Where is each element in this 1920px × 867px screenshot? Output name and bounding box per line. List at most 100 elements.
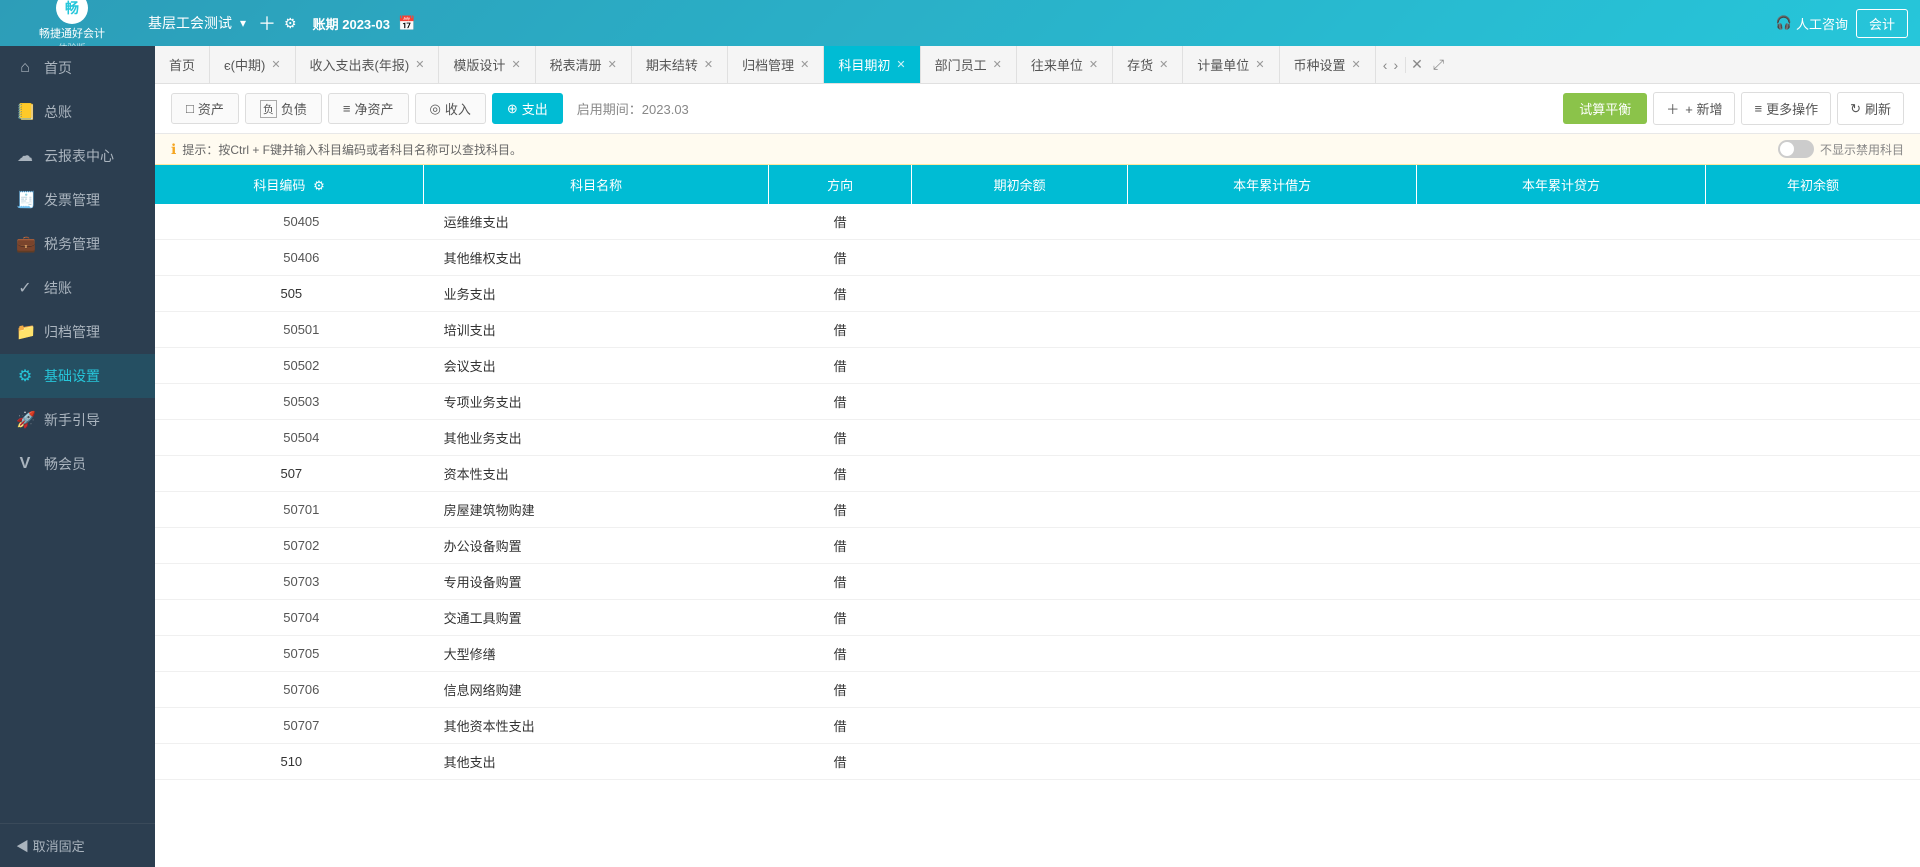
tab-close-unit-measure[interactable]: ✕	[1255, 58, 1264, 71]
tab-next-icon[interactable]: ›	[1390, 57, 1401, 73]
cell-year-opening	[1705, 672, 1920, 708]
cell-opening-balance	[912, 672, 1128, 708]
company-dropdown-icon[interactable]: ▾	[240, 16, 246, 30]
expand-icon[interactable]: ⤢	[1428, 56, 1449, 73]
sidebar-pin-toggle[interactable]: ◀ 取消固定	[0, 823, 155, 867]
sub-tab-income[interactable]: ◎ 收入	[415, 93, 486, 124]
refresh-icon: ↻	[1850, 101, 1861, 117]
table-row[interactable]: 50703 专用设备购置 借	[155, 564, 1920, 600]
table-row[interactable]: 510 其他支出 借	[155, 744, 1920, 780]
cell-ytd-credit	[1417, 240, 1706, 276]
account-button[interactable]: 会计	[1856, 9, 1908, 38]
col-settings-icon[interactable]: ⚙	[313, 178, 325, 193]
sidebar-item-archive[interactable]: 📁 归档管理	[0, 310, 155, 354]
table-row[interactable]: 50503 专项业务支出 借	[155, 384, 1920, 420]
tab-tax[interactable]: 税表清册 ✕	[536, 46, 632, 84]
tab-template[interactable]: 模版设计 ✕	[439, 46, 535, 84]
tab-bs-mid[interactable]: є(中期) ✕	[210, 46, 296, 84]
cell-direction: 借	[769, 204, 912, 240]
more-actions-button[interactable]: ≡ 更多操作	[1741, 92, 1831, 125]
add-button[interactable]: ＋ + 新增	[1653, 92, 1735, 125]
cell-opening-balance	[912, 204, 1128, 240]
tab-close-period-end[interactable]: ✕	[704, 58, 713, 71]
toggle-switch[interactable]	[1778, 140, 1814, 158]
calc-balance-button[interactable]: 试算平衡	[1563, 93, 1647, 124]
tab-close-income[interactable]: ✕	[415, 58, 424, 71]
tab-close-inventory[interactable]: ✕	[1159, 58, 1168, 71]
sidebar-item-settings[interactable]: ⚙ 基础设置	[0, 354, 155, 398]
settings-icon[interactable]: ⚙	[284, 15, 297, 32]
tab-dept[interactable]: 部门员工 ✕	[921, 46, 1017, 84]
col-direction: 方向	[769, 165, 912, 204]
cell-code: 50503	[155, 384, 424, 420]
table-row[interactable]: 50704 交通工具购置 借	[155, 600, 1920, 636]
sub-tab-equity[interactable]: ≡ 净资产	[328, 93, 409, 124]
tab-unit-measure[interactable]: 计量单位 ✕	[1183, 46, 1279, 84]
cell-year-opening	[1705, 600, 1920, 636]
table-row[interactable]: 50701 房屋建筑物购建 借	[155, 492, 1920, 528]
income-icon: ◎	[430, 101, 441, 117]
calendar-icon[interactable]: 📅	[398, 15, 415, 32]
table-row[interactable]: 50705 大型修缮 借	[155, 636, 1920, 672]
sub-tab-liability[interactable]: 负 负债	[245, 93, 322, 124]
cell-code: 50704	[155, 600, 424, 636]
table-row[interactable]: 507 资本性支出 借	[155, 456, 1920, 492]
table-row[interactable]: 50406 其他维权支出 借	[155, 240, 1920, 276]
sidebar-item-vip[interactable]: V 畅会员	[0, 442, 155, 486]
add-company-icon[interactable]: ＋	[258, 10, 276, 36]
tab-archive[interactable]: 归档管理 ✕	[728, 46, 824, 84]
cell-year-opening	[1705, 348, 1920, 384]
equity-icon: ≡	[343, 101, 351, 116]
close-all-tabs-icon[interactable]: ✕	[1406, 56, 1428, 73]
tab-close-currency[interactable]: ✕	[1352, 58, 1361, 71]
sidebar-item-close[interactable]: ✓ 结账	[0, 266, 155, 310]
toggle-disabled-subjects[interactable]: 不显示禁用科目	[1778, 140, 1904, 158]
cell-ytd-credit	[1417, 636, 1706, 672]
cell-opening-balance	[912, 636, 1128, 672]
cell-name: 其他维权支出	[424, 240, 769, 276]
tab-close-subject-init[interactable]: ✕	[896, 58, 905, 71]
table-row[interactable]: 50707 其他资本性支出 借	[155, 708, 1920, 744]
cell-opening-balance	[912, 528, 1128, 564]
period-label: 账期 2023-03	[313, 14, 390, 33]
tab-close-bs-mid[interactable]: ✕	[271, 58, 280, 71]
table-row[interactable]: 50405 运维维支出 借	[155, 204, 1920, 240]
sidebar-item-home[interactable]: ⌂ 首页	[0, 46, 155, 90]
notice-text: 提示：按Ctrl + F键并输入科目编码或者科目名称可以查找科目。	[182, 141, 1772, 158]
tab-close-tax[interactable]: ✕	[608, 58, 617, 71]
tab-close-dept[interactable]: ✕	[993, 58, 1002, 71]
service-button[interactable]: 🎧 人工咨询	[1776, 14, 1848, 33]
table-row[interactable]: 50504 其他业务支出 借	[155, 420, 1920, 456]
table-body: 50405 运维维支出 借 50406 其他维权支出 借 505 业务支出 借 …	[155, 204, 1920, 780]
cell-name: 其他业务支出	[424, 420, 769, 456]
tab-period-end[interactable]: 期末结转 ✕	[632, 46, 728, 84]
tab-close-template[interactable]: ✕	[511, 58, 520, 71]
table-row[interactable]: 50706 信息网络购建 借	[155, 672, 1920, 708]
tab-income[interactable]: 收入支出表(年报) ✕	[296, 46, 440, 84]
cell-name: 会议支出	[424, 348, 769, 384]
table-row[interactable]: 50702 办公设备购置 借	[155, 528, 1920, 564]
sub-tab-asset[interactable]: □ 资产	[171, 93, 239, 124]
sub-tab-expense[interactable]: ⊕ 支出	[492, 93, 563, 124]
tab-subject-init[interactable]: 科目期初 ✕	[824, 46, 920, 84]
table-row[interactable]: 505 业务支出 借	[155, 276, 1920, 312]
tab-inventory[interactable]: 存货 ✕	[1113, 46, 1183, 84]
sidebar-item-invoice[interactable]: 🧾 发票管理	[0, 178, 155, 222]
sidebar-item-cloud[interactable]: ☁ 云报表中心	[0, 134, 155, 178]
tab-close-archive[interactable]: ✕	[800, 58, 809, 71]
refresh-button[interactable]: ↻ 刷新	[1837, 92, 1904, 125]
tab-unit[interactable]: 往来单位 ✕	[1017, 46, 1113, 84]
cell-ytd-credit	[1417, 384, 1706, 420]
sidebar-item-guide[interactable]: 🚀 新手引导	[0, 398, 155, 442]
plus-icon: ＋	[1666, 99, 1679, 118]
tab-close-unit[interactable]: ✕	[1089, 58, 1098, 71]
sidebar-item-tax[interactable]: 💼 税务管理	[0, 222, 155, 266]
table-row[interactable]: 50502 会议支出 借	[155, 348, 1920, 384]
tab-home[interactable]: 首页	[155, 46, 210, 84]
sidebar-item-ledger[interactable]: 📒 总账	[0, 90, 155, 134]
main-layout: ⌂ 首页 📒 总账 ☁ 云报表中心 🧾 发票管理 💼 税务管理 ✓ 结账 📁 归…	[0, 46, 1920, 867]
table-row[interactable]: 50501 培训支出 借	[155, 312, 1920, 348]
cell-ytd-debit	[1128, 636, 1417, 672]
tab-currency[interactable]: 币种设置 ✕	[1280, 46, 1376, 84]
tab-prev-icon[interactable]: ‹	[1380, 57, 1391, 73]
